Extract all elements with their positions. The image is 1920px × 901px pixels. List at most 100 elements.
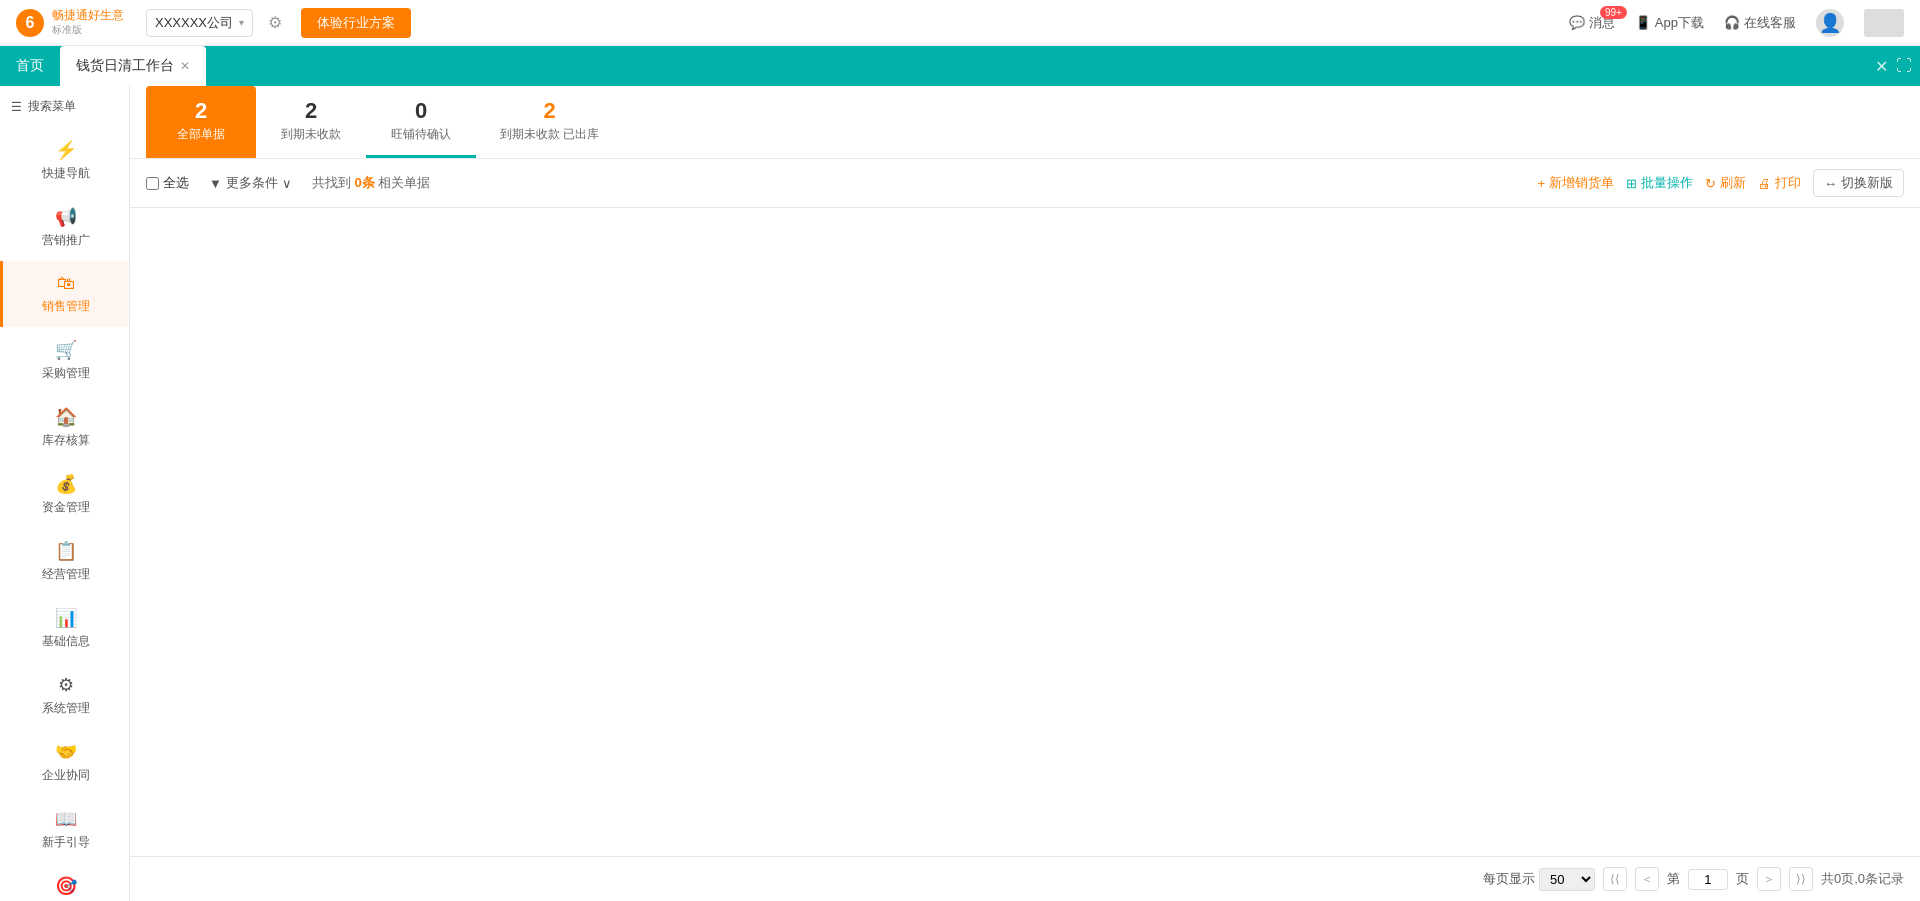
service-label: 在线客服	[1744, 14, 1796, 32]
filter-icon: ▼	[209, 176, 222, 191]
operations-icon: 📋	[55, 540, 77, 562]
toolbar-right: + 新增销货单 ⊞ 批量操作 ↻ 刷新 🖨 打印 ↔ 切换新版	[1537, 169, 1904, 197]
online-service-button[interactable]: 🎧 在线客服	[1724, 14, 1796, 32]
sidebar-item-operations[interactable]: 📋 经营管理	[0, 528, 129, 595]
user-menu[interactable]	[1864, 9, 1904, 37]
header-right: 💬 消息 99+ 📱 App下载 🎧 在线客服 👤	[1569, 9, 1904, 37]
sidebar-item-sales[interactable]: 🛍 销售管理	[0, 261, 129, 327]
avatar[interactable]: 👤	[1816, 9, 1844, 37]
sidebar-item-app-center[interactable]: 🎯 应用中心	[0, 863, 129, 901]
batch-icon: ⊞	[1626, 176, 1637, 191]
toolbar: 全选 ▼ 更多条件 ∨ 共找到 0条 相关单据 + 新增销货单 ⊞ 批量操作	[130, 159, 1920, 208]
sidebar-item-basic-info[interactable]: 📊 基础信息	[0, 595, 129, 662]
sidebar-item-search[interactable]: ☰ 搜索菜单	[0, 86, 129, 127]
purchase-icon: 🛒	[55, 339, 77, 361]
stat-wangpu-num: 0	[415, 98, 427, 124]
stat-overdue-label: 到期未收款	[281, 126, 341, 143]
batch-operation-button[interactable]: ⊞ 批量操作	[1626, 174, 1693, 192]
add-label: 新增销货单	[1549, 174, 1614, 192]
sidebar-item-cooperation[interactable]: 🤝 企业协同	[0, 729, 129, 796]
basic-info-icon: 📊	[55, 607, 77, 629]
add-icon: +	[1537, 176, 1545, 191]
per-page-label: 每页显示	[1483, 870, 1535, 888]
switch-icon: ↔	[1824, 176, 1837, 191]
trial-button[interactable]: 体验行业方案	[301, 8, 411, 38]
prev-page-button[interactable]: ＜	[1635, 867, 1659, 891]
stat-tab-wangpu[interactable]: 0 旺铺待确认	[366, 86, 476, 158]
guide-icon: 📖	[55, 808, 77, 830]
stat-overdue-shipped-label: 到期未收款 已出库	[500, 126, 599, 143]
logo-area: 6 畅捷通好生意 标准版	[16, 8, 146, 38]
last-page-button[interactable]: ⟩⟩	[1789, 867, 1813, 891]
sidebar-item-purchase[interactable]: 🛒 采购管理	[0, 327, 129, 394]
pagination: 每页显示 50 100 200 ⟨⟨ ＜ 第 页 ＞ ⟩⟩ 共0页,0条记录	[130, 856, 1920, 901]
company-selector[interactable]: XXXXXX公司 ▾	[146, 9, 253, 37]
stat-tab-all[interactable]: 2 全部单据	[146, 86, 256, 158]
add-sale-order-button[interactable]: + 新增销货单	[1537, 174, 1614, 192]
sidebar-item-quick-nav[interactable]: ⚡ 快捷导航	[0, 127, 129, 194]
quick-nav-icon: ⚡	[55, 139, 77, 161]
close-tab-icon[interactable]: ✕	[180, 59, 190, 73]
page-prefix-label: 第	[1667, 870, 1680, 888]
company-name: XXXXXX公司	[155, 14, 233, 32]
app-download-button[interactable]: 📱 App下载	[1635, 14, 1704, 32]
logo-text: 畅捷通好生意	[52, 8, 124, 24]
filter-button[interactable]: ▼ 更多条件 ∨	[201, 170, 300, 196]
search-icon: ☰	[11, 100, 22, 114]
sidebar-system-label: 系统管理	[42, 700, 90, 717]
stat-tab-overdue-shipped[interactable]: 2 到期未收款 已出库	[476, 86, 623, 158]
first-page-button[interactable]: ⟨⟨	[1603, 867, 1627, 891]
sidebar-item-finance[interactable]: 💰 资金管理	[0, 461, 129, 528]
tab-work-bench[interactable]: 钱货日清工作台 ✕	[60, 46, 206, 86]
sidebar-basic-info-label: 基础信息	[42, 633, 90, 650]
sidebar-item-marketing[interactable]: 📢 营销推广	[0, 194, 129, 261]
home-tab-label: 首页	[16, 57, 44, 75]
nav-tabs-right: ✕ ⛶	[1875, 57, 1920, 76]
per-page-select[interactable]: 50 100 200	[1539, 868, 1595, 891]
cooperation-icon: 🤝	[55, 741, 77, 763]
stat-tab-overdue[interactable]: 2 到期未收款	[256, 86, 366, 158]
tab-home[interactable]: 首页	[0, 46, 60, 86]
sidebar-search-label: 搜索菜单	[28, 98, 76, 115]
logo-sub: 标准版	[52, 23, 124, 37]
stat-overdue-num: 2	[305, 98, 317, 124]
current-page-input[interactable]	[1688, 869, 1728, 890]
found-suffix: 相关单据	[378, 175, 430, 190]
main-layout: ☰ 搜索菜单 ⚡ 快捷导航 📢 营销推广 🛍 销售管理 🛒 采购管理 🏠 库存核…	[0, 86, 1920, 901]
page-size-selector: 每页显示 50 100 200	[1483, 868, 1595, 891]
print-button[interactable]: 🖨 打印	[1758, 174, 1801, 192]
main-content: 2 全部单据 2 到期未收款 0 旺铺待确认 2 到期未收款 已出库 全选	[130, 86, 1920, 901]
sidebar-inventory-label: 库存核算	[42, 432, 90, 449]
sidebar-marketing-label: 营销推广	[42, 232, 90, 249]
sidebar-item-inventory[interactable]: 🏠 库存核算	[0, 394, 129, 461]
stat-all-num: 2	[195, 98, 207, 124]
sidebar-quick-nav-label: 快捷导航	[42, 165, 90, 182]
sales-icon: 🛍	[57, 273, 75, 294]
gear-icon[interactable]: ⚙	[261, 9, 289, 37]
nav-tabs: 首页 钱货日清工作台 ✕ ✕ ⛶	[0, 46, 1920, 86]
workbench-tab-label: 钱货日清工作台	[76, 57, 174, 75]
switch-label: 切换新版	[1841, 174, 1893, 192]
sidebar-item-system[interactable]: ⚙ 系统管理	[0, 662, 129, 729]
message-button[interactable]: 💬 消息 99+	[1569, 14, 1615, 32]
select-all-input[interactable]	[146, 177, 159, 190]
expand-icon[interactable]: ⛶	[1896, 57, 1912, 75]
print-icon: 🖨	[1758, 176, 1771, 191]
message-icon: 💬	[1569, 15, 1585, 30]
next-page-button[interactable]: ＞	[1757, 867, 1781, 891]
refresh-label: 刷新	[1720, 174, 1746, 192]
found-count: 0条	[355, 175, 375, 190]
refresh-button[interactable]: ↻ 刷新	[1705, 174, 1746, 192]
switch-version-button[interactable]: ↔ 切换新版	[1813, 169, 1904, 197]
avatar-icon: 👤	[1819, 12, 1841, 34]
minimize-icon[interactable]: ✕	[1875, 57, 1888, 76]
select-all-checkbox[interactable]: 全选	[146, 174, 189, 192]
found-prefix: 共找到	[312, 175, 351, 190]
chevron-down-icon: ▾	[239, 17, 244, 28]
filter-chevron-icon: ∨	[282, 176, 292, 191]
sidebar-finance-label: 资金管理	[42, 499, 90, 516]
message-badge: 99+	[1600, 6, 1627, 19]
page-suffix-label: 页	[1736, 870, 1749, 888]
sidebar-item-guide[interactable]: 📖 新手引导	[0, 796, 129, 863]
marketing-icon: 📢	[55, 206, 77, 228]
